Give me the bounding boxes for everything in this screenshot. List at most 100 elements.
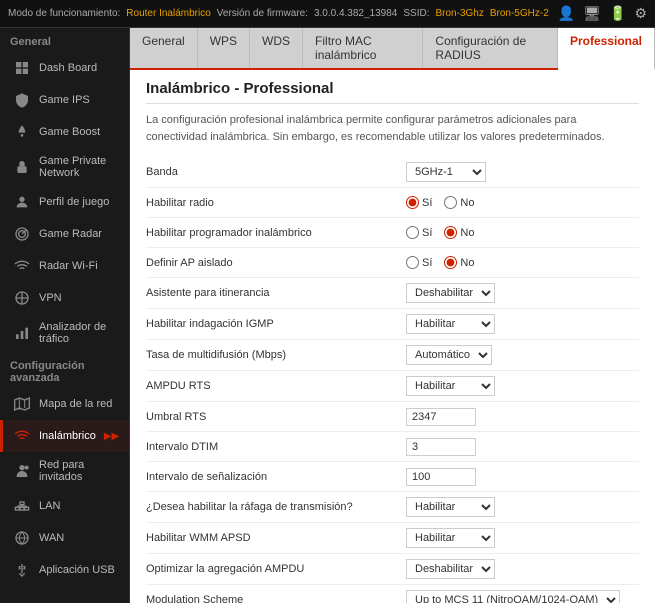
sidebar-label-radarwifi: Radar Wi-Fi [39,260,119,272]
grid-icon [13,59,31,77]
page-body: Inalámbrico - Professional La configurac… [130,70,655,603]
sidebar-label-dashboard: Dash Board [39,62,119,74]
form-label-1: Habilitar radio [146,197,406,209]
sidebar-item-gameprivate[interactable]: Game Private Network [0,148,129,186]
input-10[interactable] [406,468,476,486]
form-control-2: Sí No [406,226,639,239]
form-row-7: AMPDU RTSHabilitarDeshabilitar [146,371,639,402]
map-icon [13,395,31,413]
radio-option-no[interactable]: No [444,226,474,239]
vpn-icon [13,289,31,307]
gear-icon[interactable]: ⚙ [634,5,647,22]
sidebar-item-wan[interactable]: WAN [0,522,129,554]
form-control-6: Automático125.5 [406,345,639,365]
form-row-2: Habilitar programador inalámbricoSí No [146,218,639,248]
active-arrow: ▶▶ [104,431,119,442]
sidebar-item-trafficanalyzer[interactable]: Analizador de tráfico [0,314,129,352]
network-icon[interactable]: 🖥 [583,5,601,22]
select-4[interactable]: DeshabilitarHabilitar [406,283,495,303]
sidebar-label-wireless: Inalámbrico [39,430,96,442]
radio-option-no[interactable]: No [444,196,474,209]
sidebar: General Dash Board Game IPS Game Boost [0,28,130,603]
form-control-8 [406,408,639,426]
form-control-5: HabilitarDeshabilitar [406,314,639,334]
sidebar-item-wireless[interactable]: Inalámbrico ▶▶ [0,420,129,452]
form-row-4: Asistente para itineranciaDeshabilitarHa… [146,278,639,309]
sidebar-item-gameradar[interactable]: Game Radar [0,218,129,250]
input-8[interactable] [406,408,476,426]
form-control-11: HabilitarDeshabilitar [406,497,639,517]
main-layout: General Dash Board Game IPS Game Boost [0,28,655,603]
usb-icon [13,561,31,579]
tab-general[interactable]: General [130,28,198,68]
radio-option-sí[interactable]: Sí [406,226,432,239]
select-14[interactable]: Up to MCS 11 (NitroQAM/1024-QAM)Up to MC… [406,590,620,603]
sidebar-item-lan[interactable]: LAN [0,490,129,522]
form-label-2: Habilitar programador inalámbrico [146,227,406,239]
ssid-2g-link[interactable]: Bron-5GHz-2 [490,8,549,19]
sidebar-item-radarwifi[interactable]: Radar Wi-Fi [0,250,129,282]
lock-icon [13,158,31,176]
form-control-12: HabilitarDeshabilitar [406,528,639,548]
tab-bar: General WPS WDS Filtro MAC inalámbrico C… [130,28,655,70]
form-label-4: Asistente para itinerancia [146,287,406,299]
radio-option-sí[interactable]: Sí [406,256,432,269]
top-bar: Modo de funcionamiento: Router Inalámbri… [0,0,655,28]
sidebar-item-usb[interactable]: Aplicación USB [0,554,129,586]
form-control-4: DeshabilitarHabilitar [406,283,639,303]
form-row-13: Optimizar la agregación AMPDUDeshabilita… [146,554,639,585]
tab-professional[interactable]: Professional [558,28,655,70]
sidebar-item-dashboard[interactable]: Dash Board [0,52,129,84]
sidebar-item-gameips[interactable]: Game IPS [0,84,129,116]
sidebar-item-gameboost[interactable]: Game Boost [0,116,129,148]
input-9[interactable] [406,438,476,456]
top-bar-icons: 👤 🖥 🔋 ⚙ [558,5,647,22]
sidebar-label-gameboost: Game Boost [39,126,119,138]
page-title: Inalámbrico - Professional [146,80,639,104]
form-control-0: 5GHz-15GHz-22.4GHz [406,162,639,182]
tab-wds[interactable]: WDS [250,28,303,68]
form-row-8: Umbral RTS [146,402,639,432]
tab-radius[interactable]: Configuración de RADIUS [423,28,558,68]
sidebar-item-guestnet[interactable]: Red para invitados [0,452,129,490]
tab-wps[interactable]: WPS [198,28,250,68]
form-control-13: DeshabilitarHabilitar [406,559,639,579]
sidebar-item-vpn[interactable]: VPN [0,282,129,314]
main-content: General WPS WDS Filtro MAC inalámbrico C… [130,28,655,603]
form-control-14: Up to MCS 11 (NitroQAM/1024-QAM)Up to MC… [406,590,639,603]
user-icon[interactable]: 👤 [558,5,575,22]
form-row-10: Intervalo de señalización [146,462,639,492]
sidebar-label-gameradar: Game Radar [39,228,119,240]
select-13[interactable]: DeshabilitarHabilitar [406,559,495,579]
wifi-icon [13,257,31,275]
rocket-icon [13,123,31,141]
top-bar-info: Modo de funcionamiento: Router Inalámbri… [8,8,549,19]
chart-icon [13,324,31,342]
form-label-5: Habilitar indagación IGMP [146,318,406,330]
form-label-11: ¿Desea habilitar la ráfaga de transmisió… [146,501,406,513]
sidebar-section-general: General [0,28,129,52]
sidebar-label-perfil: Perfil de juego [39,196,119,208]
select-6[interactable]: Automático125.5 [406,345,492,365]
sidebar-item-networkmap[interactable]: Mapa de la red [0,388,129,420]
globe-icon [13,529,31,547]
ssid-2g-link[interactable]: Bron-3Ghz [435,8,483,19]
select-12[interactable]: HabilitarDeshabilitar [406,528,495,548]
select-11[interactable]: HabilitarDeshabilitar [406,497,495,517]
sidebar-item-perfil[interactable]: Perfil de juego [0,186,129,218]
select-7[interactable]: HabilitarDeshabilitar [406,376,495,396]
radio-group-2: Sí No [406,226,639,239]
form-label-9: Intervalo DTIM [146,441,406,453]
select-5[interactable]: HabilitarDeshabilitar [406,314,495,334]
radar-icon [13,225,31,243]
radio-option-sí[interactable]: Sí [406,196,432,209]
form-control-10 [406,468,639,486]
tab-filtromac[interactable]: Filtro MAC inalámbrico [303,28,423,68]
form-label-7: AMPDU RTS [146,380,406,392]
firmware-value: 3.0.0.4.382_13984 [314,8,397,19]
form-control-9 [406,438,639,456]
form-row-11: ¿Desea habilitar la ráfaga de transmisió… [146,492,639,523]
form-label-3: Definir AP aislado [146,257,406,269]
select-0[interactable]: 5GHz-15GHz-22.4GHz [406,162,486,182]
radio-option-no[interactable]: No [444,256,474,269]
